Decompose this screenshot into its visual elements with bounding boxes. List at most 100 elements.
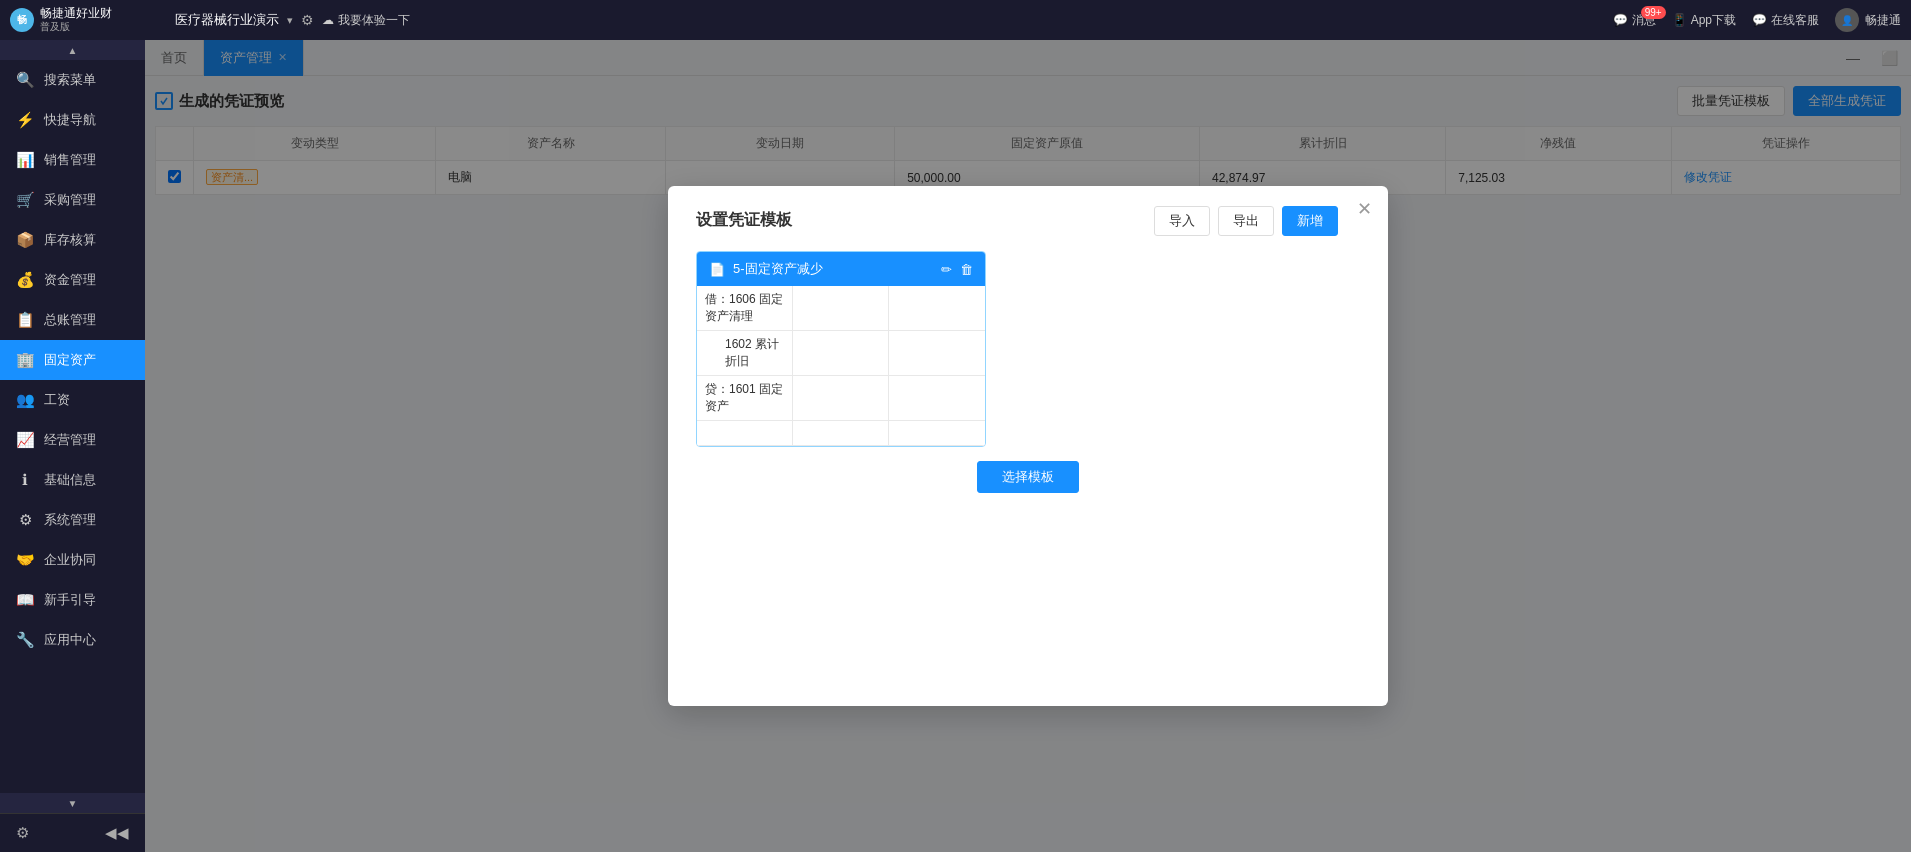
system-icon: ⚙ bbox=[16, 511, 34, 529]
sidebar-item-label: 应用中心 bbox=[44, 631, 96, 649]
entry-empty bbox=[793, 421, 889, 445]
template-entry-row: 贷：1601 固定资产 bbox=[697, 376, 985, 421]
app-download-button[interactable]: 📱 App下载 bbox=[1672, 12, 1736, 29]
inventory-icon: 📦 bbox=[16, 231, 34, 249]
import-button[interactable]: 导入 bbox=[1154, 206, 1210, 236]
select-template-area: 选择模板 bbox=[696, 447, 1360, 507]
entry-debit bbox=[793, 286, 889, 330]
sidebar-item-sales[interactable]: 📊 销售管理 bbox=[0, 140, 145, 180]
voucher-template-modal: 设置凭证模板 导入 导出 新增 ✕ 📄 5-固定资产减少 ✏ 🗑 借：1606 … bbox=[668, 186, 1388, 706]
customer-service-button[interactable]: 💬 在线客服 bbox=[1752, 12, 1819, 29]
guide-icon: 📖 bbox=[16, 591, 34, 609]
enterprise-icon: 🤝 bbox=[16, 551, 34, 569]
logo-icon: 畅 bbox=[10, 8, 34, 32]
entry-empty bbox=[697, 421, 793, 445]
sidebar-scroll-down[interactable]: ▼ bbox=[0, 793, 145, 813]
select-template-button[interactable]: 选择模板 bbox=[977, 461, 1079, 493]
logo-text: 畅捷通好业财 bbox=[40, 6, 112, 20]
experience-icon: ☁ bbox=[322, 13, 334, 27]
sidebar-item-quicknav[interactable]: ⚡ 快捷导航 bbox=[0, 100, 145, 140]
new-button[interactable]: 新增 bbox=[1282, 206, 1338, 236]
appstore-icon: 🔧 bbox=[16, 631, 34, 649]
sidebar-item-label: 系统管理 bbox=[44, 511, 96, 529]
sidebar-item-system[interactable]: ⚙ 系统管理 bbox=[0, 500, 145, 540]
modal-toolbar: 导入 导出 新增 bbox=[1154, 206, 1338, 236]
template-card[interactable]: 📄 5-固定资产减少 ✏ 🗑 借：1606 固定资产清理 1602 累计折旧 bbox=[696, 251, 986, 447]
sidebar-settings-icon[interactable]: ⚙ bbox=[16, 824, 29, 842]
topbar-settings-icon[interactable]: ⚙ bbox=[301, 12, 314, 28]
basicinfo-icon: ℹ bbox=[16, 471, 34, 489]
quicknav-icon: ⚡ bbox=[16, 111, 34, 129]
experience-area[interactable]: ☁ 我要体验一下 bbox=[322, 12, 410, 29]
sidebar-item-label: 快捷导航 bbox=[44, 111, 96, 129]
logo-sub: 普及版 bbox=[40, 20, 112, 34]
sidebar-item-basicinfo[interactable]: ℹ 基础信息 bbox=[0, 460, 145, 500]
sidebar-item-enterprise[interactable]: 🤝 企业协同 bbox=[0, 540, 145, 580]
sidebar-item-fixed-assets[interactable]: 🏢 固定资产 bbox=[0, 340, 145, 380]
sidebar-item-label: 资金管理 bbox=[44, 271, 96, 289]
entry-direction: 贷：1601 固定资产 bbox=[697, 376, 793, 420]
entry-debit bbox=[793, 331, 889, 375]
sidebar-nav: 🔍 搜索菜单 ⚡ 快捷导航 📊 销售管理 🛒 采购管理 📦 库存核算 💰 资金管… bbox=[0, 60, 145, 793]
sidebar-scroll-up[interactable]: ▲ bbox=[0, 40, 145, 60]
messages-button[interactable]: 💬 消息 99+ bbox=[1613, 12, 1656, 29]
app-download-icon: 📱 bbox=[1672, 13, 1687, 27]
sidebar-item-label: 基础信息 bbox=[44, 471, 96, 489]
user-area[interactable]: 👤 畅捷通 bbox=[1835, 8, 1901, 32]
template-card-body: 借：1606 固定资产清理 1602 累计折旧 贷：1601 固定资产 bbox=[697, 286, 985, 446]
username: 畅捷通 bbox=[1865, 12, 1901, 29]
payroll-icon: 👥 bbox=[16, 391, 34, 409]
sidebar: ▲ 🔍 搜索菜单 ⚡ 快捷导航 📊 销售管理 🛒 采购管理 📦 库存核算 💰 资… bbox=[0, 40, 145, 852]
sidebar-item-label: 经营管理 bbox=[44, 431, 96, 449]
operations-icon: 📈 bbox=[16, 431, 34, 449]
sidebar-item-label: 采购管理 bbox=[44, 191, 96, 209]
sidebar-item-payroll[interactable]: 👥 工资 bbox=[0, 380, 145, 420]
sidebar-item-label: 企业协同 bbox=[44, 551, 96, 569]
template-card-header: 📄 5-固定资产减少 ✏ 🗑 bbox=[697, 252, 985, 286]
modal-overlay: 设置凭证模板 导入 导出 新增 ✕ 📄 5-固定资产减少 ✏ 🗑 借：1606 … bbox=[145, 40, 1911, 852]
sidebar-item-guide[interactable]: 📖 新手引导 bbox=[0, 580, 145, 620]
entry-credit bbox=[889, 331, 985, 375]
company-name[interactable]: 医疗器械行业演示 bbox=[175, 11, 279, 29]
ledger-icon: 📋 bbox=[16, 311, 34, 329]
customer-service-label: 在线客服 bbox=[1771, 12, 1819, 29]
sidebar-item-label: 固定资产 bbox=[44, 351, 96, 369]
export-button[interactable]: 导出 bbox=[1218, 206, 1274, 236]
entry-credit bbox=[889, 376, 985, 420]
entry-direction: 1602 累计折旧 bbox=[697, 331, 793, 375]
entry-direction: 借：1606 固定资产清理 bbox=[697, 286, 793, 330]
sidebar-item-label: 新手引导 bbox=[44, 591, 96, 609]
modal-close-button[interactable]: ✕ bbox=[1357, 200, 1372, 218]
template-entry-row-empty bbox=[697, 421, 985, 446]
customer-service-icon: 💬 bbox=[1752, 13, 1767, 27]
search-icon: 🔍 bbox=[16, 71, 34, 89]
sales-icon: 📊 bbox=[16, 151, 34, 169]
avatar: 👤 bbox=[1835, 8, 1859, 32]
topbar-right: 💬 消息 99+ 📱 App下载 💬 在线客服 👤 畅捷通 bbox=[1613, 8, 1901, 32]
app-download-label: App下载 bbox=[1691, 12, 1736, 29]
sidebar-item-purchase[interactable]: 🛒 采购管理 bbox=[0, 180, 145, 220]
template-name: 5-固定资产减少 bbox=[733, 260, 823, 278]
fixed-assets-icon: 🏢 bbox=[16, 351, 34, 369]
entry-debit bbox=[793, 376, 889, 420]
sidebar-item-appstore[interactable]: 🔧 应用中心 bbox=[0, 620, 145, 660]
sidebar-item-label: 销售管理 bbox=[44, 151, 96, 169]
sidebar-item-inventory[interactable]: 📦 库存核算 bbox=[0, 220, 145, 260]
sidebar-bottom: ⚙ ◀◀ bbox=[0, 813, 145, 852]
sidebar-item-operations[interactable]: 📈 经营管理 bbox=[0, 420, 145, 460]
template-entry-row: 1602 累计折旧 bbox=[697, 331, 985, 376]
sidebar-item-label: 搜索菜单 bbox=[44, 71, 96, 89]
template-entry-row: 借：1606 固定资产清理 bbox=[697, 286, 985, 331]
sidebar-item-label: 工资 bbox=[44, 391, 70, 409]
template-doc-icon: 📄 bbox=[709, 262, 725, 277]
sidebar-collapse-icon[interactable]: ◀◀ bbox=[105, 824, 129, 842]
sidebar-item-finance[interactable]: 💰 资金管理 bbox=[0, 260, 145, 300]
company-dropdown-icon[interactable]: ▾ bbox=[287, 14, 293, 27]
experience-text: 我要体验一下 bbox=[338, 12, 410, 29]
template-edit-icon[interactable]: ✏ bbox=[941, 262, 952, 277]
entry-credit bbox=[889, 286, 985, 330]
sidebar-item-ledger[interactable]: 📋 总账管理 bbox=[0, 300, 145, 340]
template-delete-icon[interactable]: 🗑 bbox=[960, 262, 973, 277]
topbar: 畅 畅捷通好业财 普及版 医疗器械行业演示 ▾ ⚙ ☁ 我要体验一下 💬 消息 … bbox=[0, 0, 1911, 40]
sidebar-item-search[interactable]: 🔍 搜索菜单 bbox=[0, 60, 145, 100]
